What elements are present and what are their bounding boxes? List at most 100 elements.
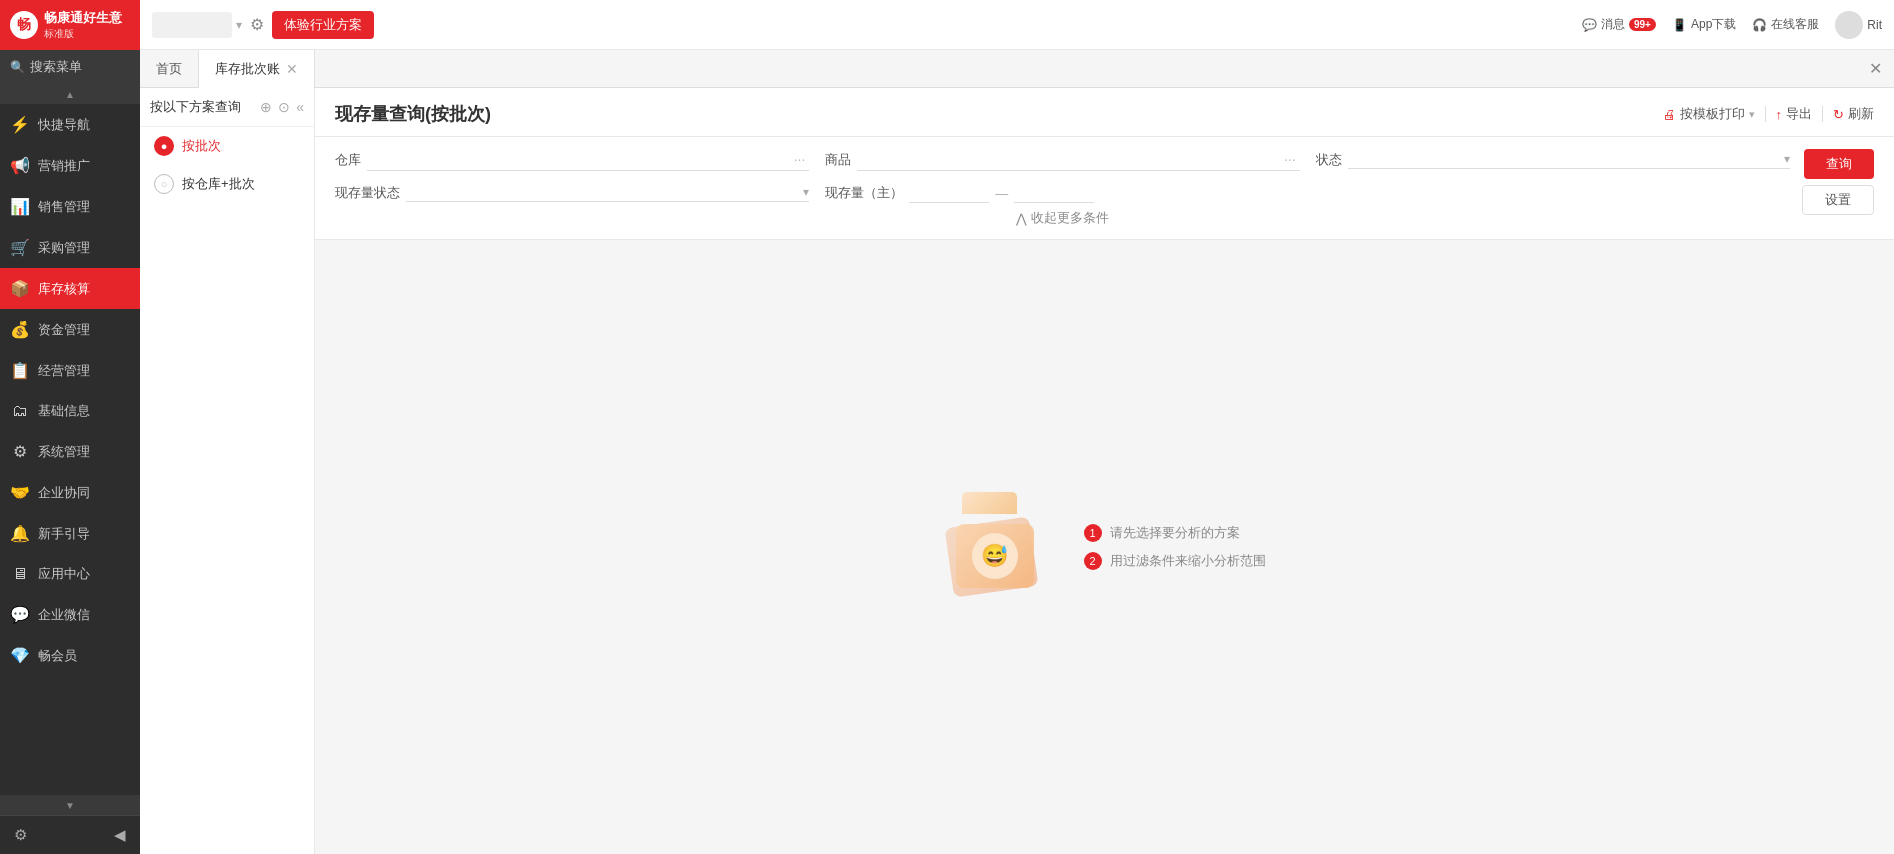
filter-warehouse-field: 仓库 ···: [335, 149, 809, 171]
sidebar-item-label: 库存核算: [38, 280, 90, 298]
filter-inventory-qty-field: 现存量（主） —: [825, 183, 1299, 203]
scheme-label: 按以下方案查询: [150, 98, 241, 116]
tabs-bar: 首页 库存批次账 ✕ ✕: [140, 50, 1894, 88]
app-download-btn[interactable]: 📱 App下载: [1672, 16, 1736, 33]
collapse-panel-icon[interactable]: «: [296, 99, 304, 115]
filter-top-row: 仓库 ··· 商品 ···: [335, 149, 1874, 227]
username: Rit: [1867, 18, 1882, 32]
inventory-qty-max[interactable]: [1014, 183, 1094, 203]
sidebar-item-enterprise-collab[interactable]: 🤝 企业协同: [0, 472, 140, 513]
status-label: 状态: [1316, 151, 1342, 169]
collapse-btn-label: 收起更多条件: [1031, 209, 1109, 227]
inventory-qty-min[interactable]: [909, 183, 989, 203]
empty-tips: 1 请先选择要分析的方案 2 用过滤条件来缩小分析范围: [1084, 524, 1266, 570]
query-btn[interactable]: 查询: [1804, 149, 1874, 179]
new-guide-icon: 🔔: [10, 524, 30, 543]
export-icon: ↑: [1776, 107, 1783, 122]
empty-tip-2: 2 用过滤条件来缩小分析范围: [1084, 552, 1266, 570]
status-select[interactable]: [1348, 151, 1784, 166]
page-title: 现存量查询(按批次): [335, 102, 491, 126]
warehouse-input-wrap: ···: [367, 149, 809, 171]
chevron-down-icon: ▾: [236, 18, 242, 32]
product-input[interactable]: [857, 149, 1280, 168]
sidebar-scroll-up[interactable]: ▲: [0, 84, 140, 104]
sidebar-item-marketing[interactable]: 📢 营销推广: [0, 145, 140, 186]
warehouse-more-icon[interactable]: ···: [790, 151, 810, 167]
product-more-icon[interactable]: ···: [1280, 151, 1300, 167]
messages-label: 消息: [1601, 16, 1625, 33]
scheme-item-batch[interactable]: ● 按批次: [140, 127, 314, 165]
user-menu[interactable]: Rit: [1835, 11, 1882, 39]
sidebar-scroll-down[interactable]: ▼: [0, 795, 140, 815]
phone-icon: 📱: [1672, 18, 1687, 32]
sidebar-item-basic-info[interactable]: 🗂 基础信息: [0, 391, 140, 431]
app-logo: 畅: [10, 11, 38, 39]
settings-btn[interactable]: 设置: [1802, 185, 1874, 215]
collapse-btn[interactable]: ⋀ 收起更多条件: [335, 203, 1790, 227]
purchase-icon: 🛒: [10, 238, 30, 257]
sidebar-item-member[interactable]: 💎 畅会员: [0, 635, 140, 676]
sidebar-item-label: 系统管理: [38, 443, 90, 461]
inventory-status-label: 现存量状态: [335, 184, 400, 202]
tab-home[interactable]: 首页: [140, 50, 199, 88]
sidebar-search-label: 搜索菜单: [30, 58, 82, 76]
settings-icon[interactable]: ⚙: [14, 826, 27, 844]
status-select-wrap: ▾: [1348, 151, 1790, 169]
sidebar-item-finance[interactable]: 💰 资金管理: [0, 309, 140, 350]
sidebar-item-inventory[interactable]: 📦 库存核算: [0, 268, 140, 309]
tab-close-panel[interactable]: ✕: [1857, 59, 1894, 78]
right-main: 现存量查询(按批次) 🖨 按模板打印 ▾ ↑ 导出 ↻ 刷: [315, 88, 1894, 854]
warehouse-label: 仓库: [335, 151, 361, 169]
headset-icon: 🎧: [1752, 18, 1767, 32]
system-icon: ⚙: [10, 442, 30, 461]
add-scheme-icon[interactable]: ⊕: [260, 99, 272, 115]
trial-btn[interactable]: 体验行业方案: [272, 11, 374, 39]
collapse-icon[interactable]: ◀: [114, 826, 126, 844]
box-face: 😅: [972, 533, 1018, 579]
print-btn[interactable]: 🖨 按模板打印 ▾: [1663, 105, 1755, 123]
sidebar-item-purchase[interactable]: 🛒 采购管理: [0, 227, 140, 268]
export-btn[interactable]: ↑ 导出: [1776, 105, 1813, 123]
filter-row-2: 现存量状态 ▾ 现存量（主）: [335, 183, 1790, 203]
inventory-status-select[interactable]: [406, 184, 803, 199]
sidebar-search[interactable]: 🔍 搜索菜单: [0, 50, 140, 84]
scheme-item-warehouse-batch-label: 按仓库+批次: [182, 175, 255, 193]
sidebar-item-label: 应用中心: [38, 565, 90, 583]
refresh-btn-label: 刷新: [1848, 105, 1874, 123]
filter-fields-col: 仓库 ··· 商品 ···: [335, 149, 1790, 227]
scheme-item-warehouse-batch[interactable]: ○ 按仓库+批次: [140, 165, 314, 203]
tab-inventory-batch[interactable]: 库存批次账 ✕: [199, 50, 315, 88]
inventory-status-select-wrap: ▾: [406, 184, 809, 202]
refresh-btn[interactable]: ↻ 刷新: [1833, 105, 1874, 123]
sidebar: 畅 畅康通好生意 标准版 🔍 搜索菜单 ▲ ⚡ 快捷导航 📢 营销推广 📊 销售…: [0, 0, 140, 854]
sidebar-item-label: 基础信息: [38, 402, 90, 420]
sidebar-item-label: 资金管理: [38, 321, 90, 339]
scheme-inactive-icon: ○: [154, 174, 174, 194]
messages-btn[interactable]: 💬 消息 99+: [1582, 16, 1656, 33]
left-panel: 按以下方案查询 ⊕ ⊙ « ● 按批次 ○ 按仓库+批次: [140, 88, 315, 854]
close-icon[interactable]: ✕: [286, 61, 298, 77]
tab-inventory-batch-label: 库存批次账: [215, 60, 280, 78]
empty-state: 😅 1 请先选择要分析的方案 2 用过滤条件来缩小分析范围: [315, 240, 1894, 854]
messages-badge: 99+: [1629, 18, 1656, 31]
online-service-btn[interactable]: 🎧 在线客服: [1752, 16, 1819, 33]
filter-area: 仓库 ··· 商品 ···: [315, 137, 1894, 240]
sidebar-item-label: 畅会员: [38, 647, 77, 665]
sidebar-item-operations[interactable]: 📋 经营管理: [0, 350, 140, 391]
sidebar-item-enterprise-wechat[interactable]: 💬 企业微信: [0, 594, 140, 635]
finance-icon: 💰: [10, 320, 30, 339]
sidebar-item-new-guide[interactable]: 🔔 新手引导: [0, 513, 140, 554]
warehouse-input[interactable]: [367, 149, 790, 168]
sidebar-item-system[interactable]: ⚙ 系统管理: [0, 431, 140, 472]
settings-scheme-icon[interactable]: ⊙: [278, 99, 290, 115]
message-icon: 💬: [1582, 18, 1597, 32]
sidebar-item-app-center[interactable]: 🖥 应用中心: [0, 554, 140, 594]
sidebar-item-sales[interactable]: 📊 销售管理: [0, 186, 140, 227]
marketing-icon: 📢: [10, 156, 30, 175]
sales-icon: 📊: [10, 197, 30, 216]
sidebar-header: 畅 畅康通好生意 标准版: [0, 0, 140, 50]
print-btn-label: 按模板打印: [1680, 105, 1745, 123]
sidebar-item-quick-nav[interactable]: ⚡ 快捷导航: [0, 104, 140, 145]
gear-icon[interactable]: ⚙: [246, 11, 268, 38]
sidebar-item-label: 企业微信: [38, 606, 90, 624]
